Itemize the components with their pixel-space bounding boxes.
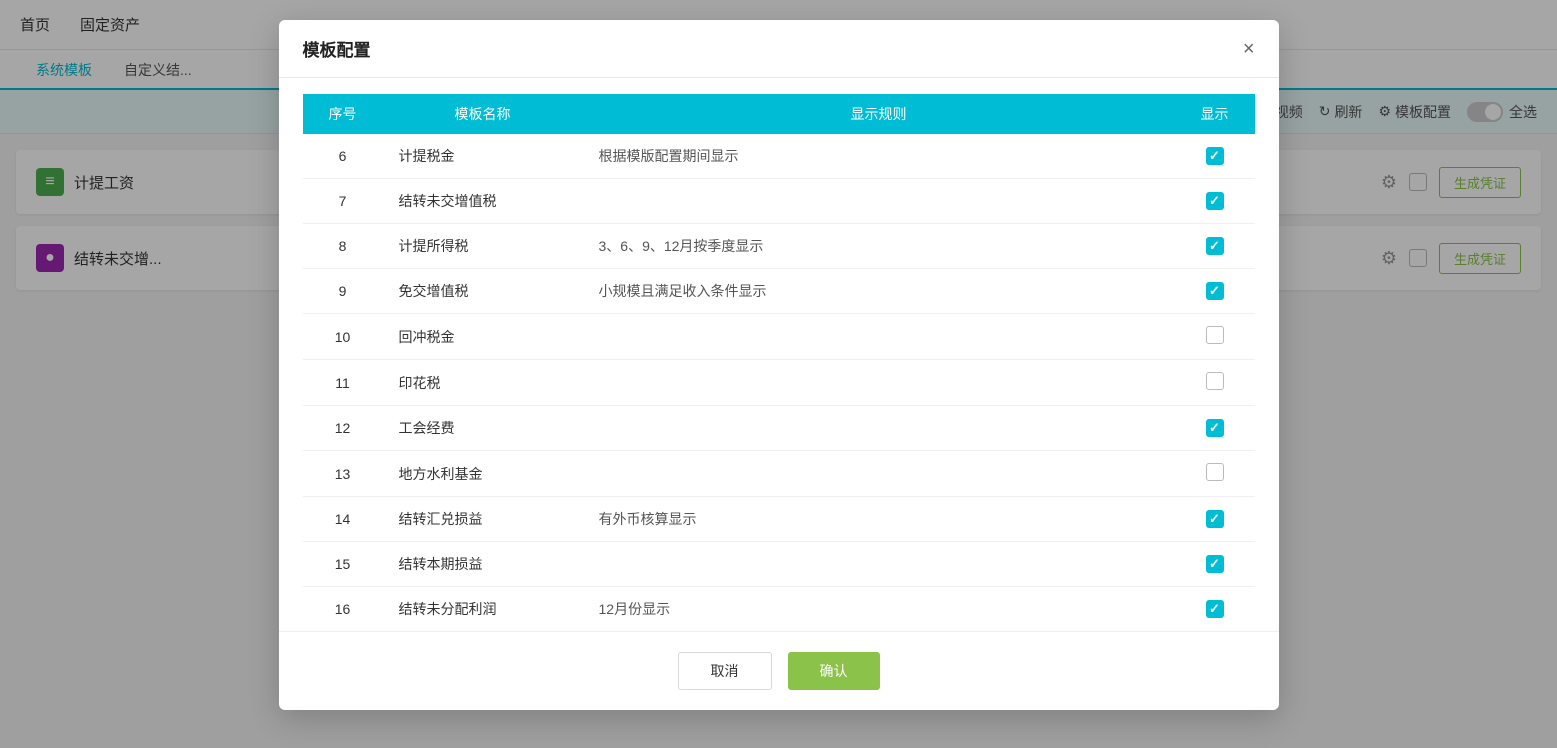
row-num: 8: [303, 224, 383, 269]
row-checkbox-cell: [1175, 269, 1255, 314]
row-name: 免交增值税: [383, 269, 583, 314]
table-row: 14结转汇兑损益有外币核算显示: [303, 497, 1255, 542]
row-checkbox-cell: [1175, 314, 1255, 360]
row-rule: [583, 179, 1175, 224]
row-rule: 根据模版配置期间显示: [583, 134, 1175, 179]
modal-close-button[interactable]: ×: [1243, 39, 1255, 59]
row-rule: [583, 314, 1175, 360]
row-checkbox-cell: [1175, 542, 1255, 587]
row-num: 11: [303, 360, 383, 406]
row-checkbox-cell: [1175, 360, 1255, 406]
table-row: 8计提所得税3、6、9、12月按季度显示: [303, 224, 1255, 269]
row-name: 结转未交增值税: [383, 179, 583, 224]
row-rule: [583, 360, 1175, 406]
row-name: 地方水利基金: [383, 451, 583, 497]
row-num: 13: [303, 451, 383, 497]
row-checkbox-cell: [1175, 134, 1255, 179]
col-header-num: 序号: [303, 94, 383, 134]
confirm-button[interactable]: 确认: [788, 652, 880, 690]
col-header-rule: 显示规则: [583, 94, 1175, 134]
table-row: 15结转本期损益: [303, 542, 1255, 587]
row-name: 计提税金: [383, 134, 583, 179]
row-rule: [583, 451, 1175, 497]
row-num: 7: [303, 179, 383, 224]
row-rule: 小规模且满足收入条件显示: [583, 269, 1175, 314]
row-checkbox[interactable]: [1206, 555, 1224, 573]
row-num: 15: [303, 542, 383, 587]
col-header-name: 模板名称: [383, 94, 583, 134]
row-checkbox-cell: [1175, 224, 1255, 269]
row-rule: [583, 406, 1175, 451]
row-name: 结转未分配利润: [383, 587, 583, 632]
row-checkbox[interactable]: [1206, 372, 1224, 390]
row-name: 结转汇兑损益: [383, 497, 583, 542]
row-num: 9: [303, 269, 383, 314]
row-name: 计提所得税: [383, 224, 583, 269]
row-checkbox[interactable]: [1206, 192, 1224, 210]
modal-overlay: 模板配置 × 序号 模板名称 显示规则 显示 6计提税金根据模版配置期间显示7结…: [0, 0, 1557, 748]
table-row: 10回冲税金: [303, 314, 1255, 360]
row-checkbox[interactable]: [1206, 326, 1224, 344]
row-checkbox-cell: [1175, 451, 1255, 497]
row-num: 10: [303, 314, 383, 360]
row-name: 回冲税金: [383, 314, 583, 360]
row-name: 工会经费: [383, 406, 583, 451]
table-row: 12工会经费: [303, 406, 1255, 451]
row-checkbox[interactable]: [1206, 463, 1224, 481]
modal-table-container: 序号 模板名称 显示规则 显示 6计提税金根据模版配置期间显示7结转未交增值税8…: [279, 78, 1279, 631]
row-rule: 3、6、9、12月按季度显示: [583, 224, 1175, 269]
row-checkbox-cell: [1175, 179, 1255, 224]
table-row: 9免交增值税小规模且满足收入条件显示: [303, 269, 1255, 314]
row-rule: [583, 542, 1175, 587]
modal-template-config: 模板配置 × 序号 模板名称 显示规则 显示 6计提税金根据模版配置期间显示7结…: [279, 20, 1279, 710]
row-checkbox[interactable]: [1206, 282, 1224, 300]
row-num: 14: [303, 497, 383, 542]
row-checkbox-cell: [1175, 587, 1255, 632]
col-header-display: 显示: [1175, 94, 1255, 134]
table-row: 13地方水利基金: [303, 451, 1255, 497]
row-checkbox-cell: [1175, 497, 1255, 542]
cancel-button[interactable]: 取消: [678, 652, 772, 690]
row-name: 结转本期损益: [383, 542, 583, 587]
row-checkbox[interactable]: [1206, 510, 1224, 528]
row-checkbox[interactable]: [1206, 147, 1224, 165]
modal-footer: 取消 确认: [279, 631, 1279, 710]
row-rule: 12月份显示: [583, 587, 1175, 632]
table-row: 11印花税: [303, 360, 1255, 406]
modal-title: 模板配置: [303, 36, 371, 61]
row-checkbox[interactable]: [1206, 237, 1224, 255]
row-num: 16: [303, 587, 383, 632]
table-row: 7结转未交增值税: [303, 179, 1255, 224]
table-row: 16结转未分配利润12月份显示: [303, 587, 1255, 632]
table-row: 6计提税金根据模版配置期间显示: [303, 134, 1255, 179]
modal-header: 模板配置 ×: [279, 20, 1279, 78]
row-name: 印花税: [383, 360, 583, 406]
row-rule: 有外币核算显示: [583, 497, 1175, 542]
config-table: 序号 模板名称 显示规则 显示 6计提税金根据模版配置期间显示7结转未交增值税8…: [303, 94, 1255, 631]
row-checkbox[interactable]: [1206, 419, 1224, 437]
row-checkbox-cell: [1175, 406, 1255, 451]
row-num: 6: [303, 134, 383, 179]
row-num: 12: [303, 406, 383, 451]
row-checkbox[interactable]: [1206, 600, 1224, 618]
